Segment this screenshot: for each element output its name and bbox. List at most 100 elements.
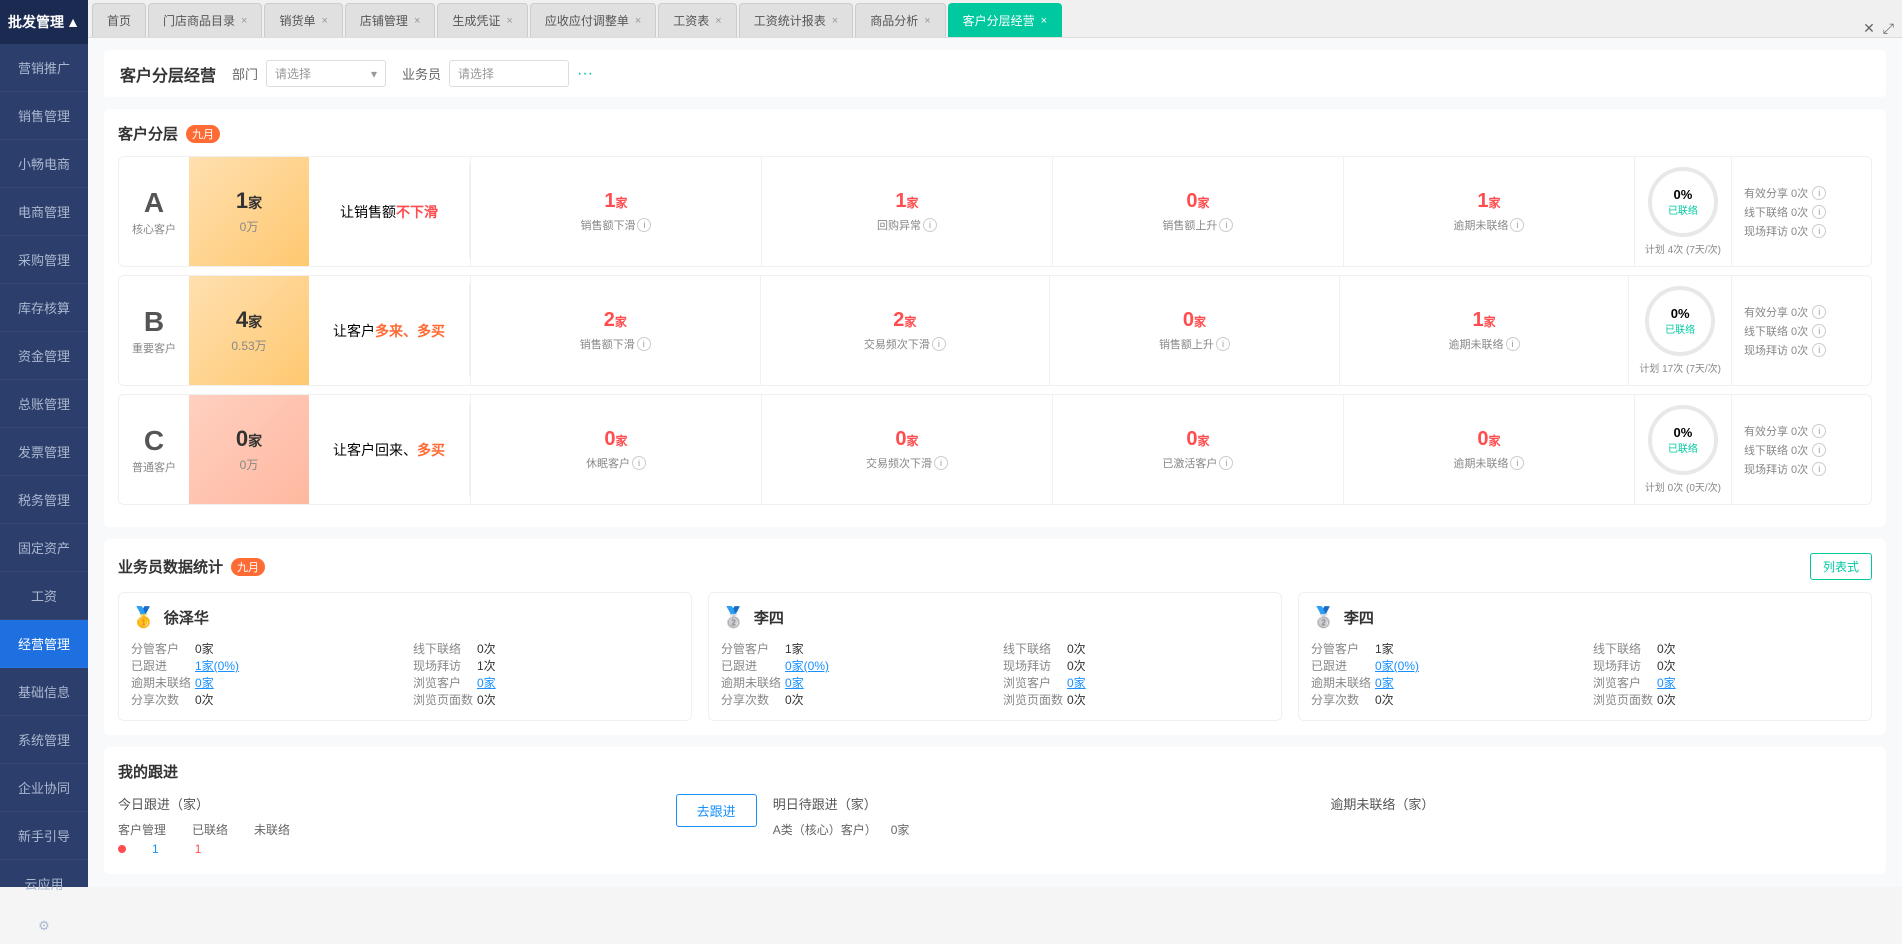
sidebar-item-2[interactable]: 小畅电商 [0, 140, 88, 188]
staff-stat-val[interactable]: 0家 [195, 674, 214, 691]
col-val1: 已联络 [192, 821, 228, 838]
tab-9[interactable]: 客户分层经营 × [948, 3, 1062, 37]
sidebar-item-15[interactable]: 企业协同 [0, 764, 88, 812]
info-icon[interactable]: i [637, 218, 651, 232]
info-icon[interactable]: i [1216, 337, 1230, 351]
stat-label: 销售额下滑 i [580, 336, 651, 352]
tab-0[interactable]: 首页 [92, 3, 146, 37]
tab-8[interactable]: 商品分析× [855, 3, 945, 37]
tab-6[interactable]: 工资表× [658, 3, 736, 37]
info-icon[interactable]: i [1510, 456, 1524, 470]
tab-action-close[interactable]: ✕ [1863, 20, 1875, 37]
info-icon[interactable]: i [932, 337, 946, 351]
stat-num: 0家 [604, 428, 627, 451]
stat-cell: 0家 销售额上升 i [1049, 276, 1339, 385]
sidebar-item-16[interactable]: 新手引导 [0, 812, 88, 860]
staff-stat-val[interactable]: 0家 [477, 674, 496, 691]
staff-stat-label: 浏览客户 [413, 674, 473, 691]
info-icon[interactable]: i [1219, 456, 1233, 470]
tab-close-8[interactable]: × [924, 15, 930, 27]
tab-action-maximize[interactable]: ⤢ [1883, 20, 1894, 37]
tab-5[interactable]: 应收应付调整单× [530, 3, 656, 37]
tab-close-5[interactable]: × [635, 15, 641, 27]
sidebar-item-4[interactable]: 采购管理 [0, 236, 88, 284]
sidebar-item-8[interactable]: 发票管理 [0, 428, 88, 476]
sidebar-item-6[interactable]: 资金管理 [0, 332, 88, 380]
info-icon[interactable]: i [1812, 343, 1826, 357]
sidebar-item-5[interactable]: 库存核算 [0, 284, 88, 332]
staff-stat-val[interactable]: 0家 [785, 674, 804, 691]
staff-stat-val: 0家 [195, 640, 214, 657]
sidebar-item-12[interactable]: 经营管理 [0, 620, 88, 668]
biz-stats-section: 业务员数据统计 九月 列表式 🥇 徐泽华 分管客户 0家 已跟进 1家(0%) … [104, 539, 1886, 735]
tab-close-6[interactable]: × [715, 15, 721, 27]
sidebar-item-1[interactable]: 销售管理 [0, 92, 88, 140]
staff-stat-row: 浏览客户 0家 [1593, 674, 1859, 691]
sidebar-logo[interactable]: 批发管理 ▲ [0, 0, 88, 44]
staff-stat-val[interactable]: 0家(0%) [1375, 657, 1419, 674]
sidebar-item-7[interactable]: 总账管理 [0, 380, 88, 428]
staff-stat-label: 分享次数 [1311, 691, 1371, 708]
tab-close-4[interactable]: × [506, 15, 512, 27]
staff-stat-val[interactable]: 0家 [1375, 674, 1394, 691]
staff-stat-val: 0次 [1067, 691, 1086, 708]
settings-button[interactable]: ⚙ [0, 908, 88, 944]
info-icon[interactable]: i [923, 218, 937, 232]
info-icon[interactable]: i [1812, 224, 1826, 238]
info-icon[interactable]: i [1812, 424, 1826, 438]
sidebar-item-0[interactable]: 营销推广 [0, 44, 88, 92]
staff-stat-val[interactable]: 1家(0%) [195, 657, 239, 674]
info-icon[interactable]: i [1510, 218, 1524, 232]
tab-close-1[interactable]: × [241, 15, 247, 27]
sidebar-item-14[interactable]: 系统管理 [0, 716, 88, 764]
tab-7[interactable]: 工资统计报表× [739, 3, 853, 37]
right-stat-label: 有效分享 0次 [1744, 423, 1808, 439]
info-icon[interactable]: i [1812, 205, 1826, 219]
tab-close-7[interactable]: × [832, 15, 838, 27]
info-icon[interactable]: i [637, 337, 651, 351]
more-options-button[interactable]: ··· [577, 65, 593, 83]
tab-close-2[interactable]: × [321, 15, 327, 27]
staff-stat-label: 逾期未联络 [131, 674, 191, 691]
sidebar-item-10[interactable]: 固定资产 [0, 524, 88, 572]
tier-name: 重要客户 [132, 340, 176, 356]
list-view-button[interactable]: 列表式 [1810, 553, 1872, 580]
info-icon[interactable]: i [1219, 218, 1233, 232]
tab-3[interactable]: 店铺管理× [345, 3, 435, 37]
staff-card-0: 🥇 徐泽华 分管客户 0家 已跟进 1家(0%) 逾期未联络 0家 分享次数 0… [118, 592, 692, 721]
page-header: 客户分层经营 部门 请选择 ▾ 业务员 请选择 ··· [104, 50, 1886, 97]
staff-stat-val[interactable]: 0家(0%) [785, 657, 829, 674]
info-icon[interactable]: i [1812, 324, 1826, 338]
sidebar-item-13[interactable]: 基础信息 [0, 668, 88, 716]
staff-stat-val[interactable]: 0家 [1067, 674, 1086, 691]
info-icon[interactable]: i [1506, 337, 1520, 351]
tab-close-9[interactable]: × [1041, 15, 1047, 27]
sidebar-item-9[interactable]: 税务管理 [0, 476, 88, 524]
goto-followup-button[interactable]: 去跟进 [676, 794, 757, 827]
info-icon[interactable]: i [1812, 186, 1826, 200]
tab-label-9: 客户分层经营 [963, 12, 1035, 29]
staff-header: 🥇 徐泽华 [131, 605, 679, 630]
followup-row: 客户管理 已联络 未联络 [118, 821, 660, 838]
circle-plan: 计划 4次 (7天/次) [1645, 241, 1721, 256]
sidebar-item-17[interactable]: 云应用 [0, 860, 88, 908]
dept-select[interactable]: 请选择 ▾ [266, 60, 386, 87]
staff-stat-label: 现场拜访 [1593, 657, 1653, 674]
tab-4[interactable]: 生成凭证× [437, 3, 527, 37]
staff-name: 徐泽华 [164, 607, 209, 628]
info-icon[interactable]: i [1812, 305, 1826, 319]
tab-1[interactable]: 门店商品目录× [148, 3, 262, 37]
tier-count-box: 1家 0万 [189, 157, 309, 266]
info-icon[interactable]: i [1812, 462, 1826, 476]
tab-close-3[interactable]: × [414, 15, 420, 27]
staff-stat-val[interactable]: 0家 [1657, 674, 1676, 691]
tab-2[interactable]: 销货单× [264, 3, 342, 37]
info-icon[interactable]: i [1812, 443, 1826, 457]
info-icon[interactable]: i [934, 456, 948, 470]
stat-cell: 2家 销售额下滑 i [470, 276, 760, 385]
staff-name: 李四 [1344, 607, 1374, 628]
sidebar-item-11[interactable]: 工资 [0, 572, 88, 620]
info-icon[interactable]: i [632, 456, 646, 470]
sidebar-item-3[interactable]: 电商管理 [0, 188, 88, 236]
staff-select[interactable]: 请选择 [449, 60, 569, 87]
